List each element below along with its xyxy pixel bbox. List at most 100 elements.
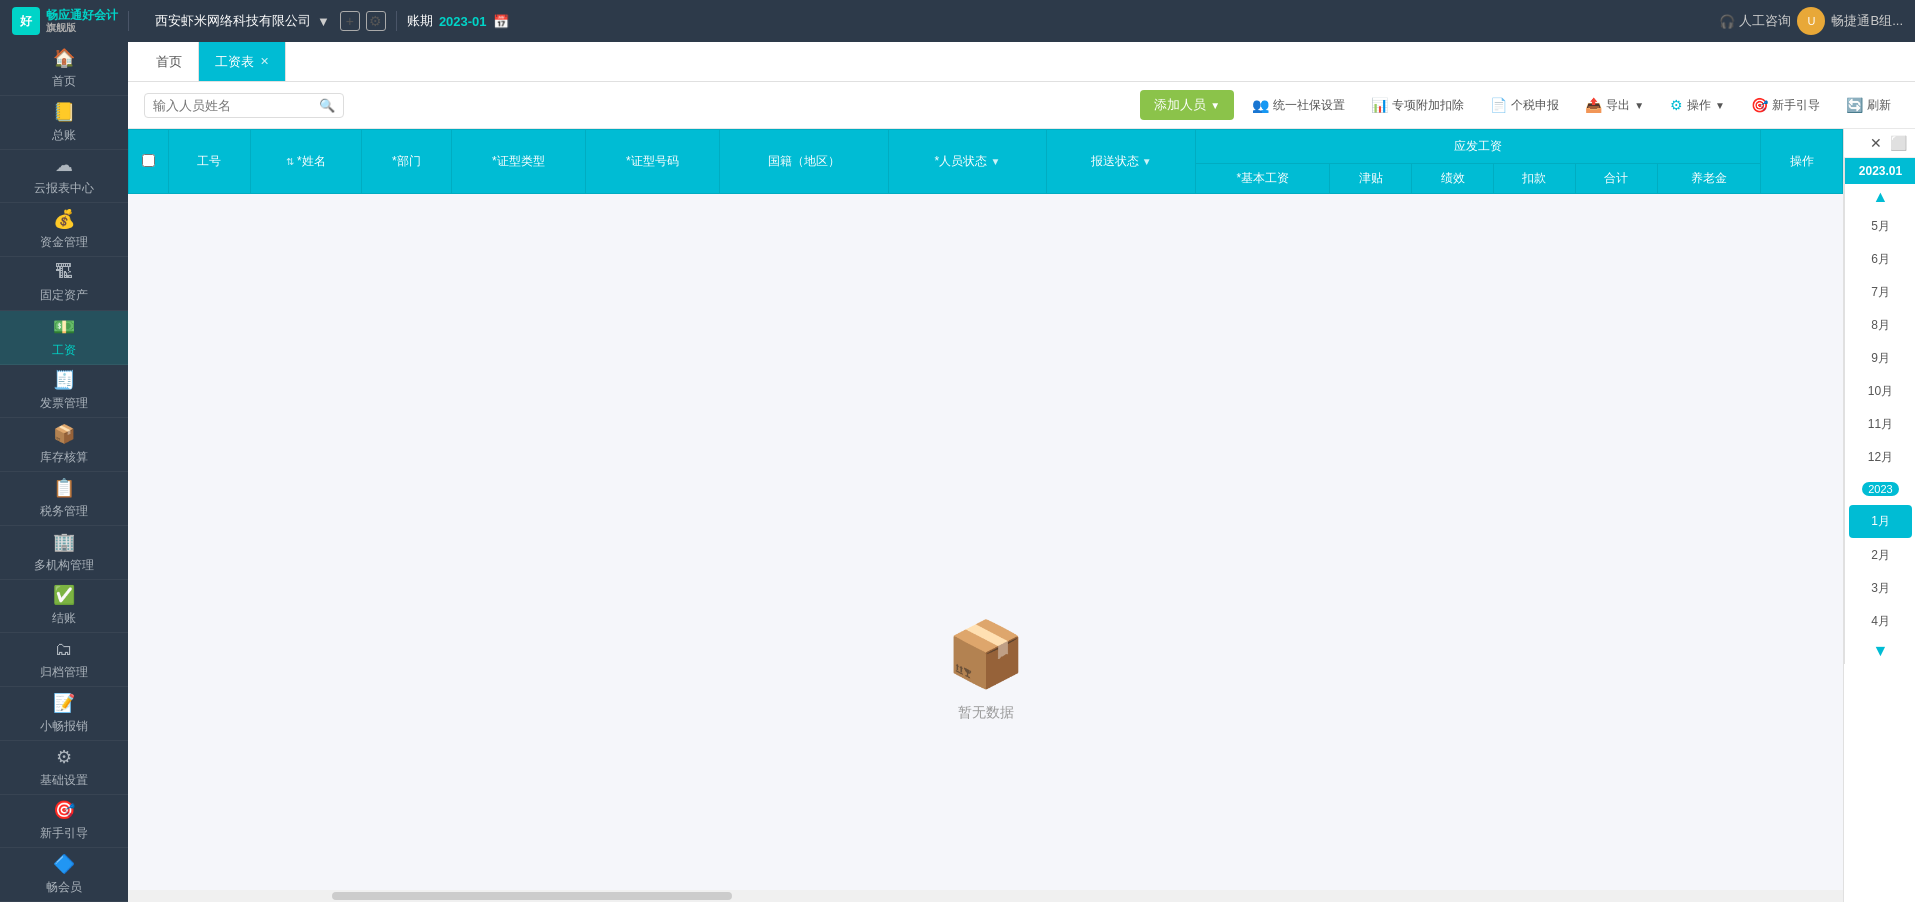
sidebar-item-fund[interactable]: 💰 资金管理 (0, 203, 128, 257)
scrollbar-thumb[interactable] (332, 892, 732, 900)
calendar-icon[interactable]: 📅 (493, 14, 509, 29)
inventory-icon: 📦 (53, 423, 75, 445)
sidebar: 🏠 首页 📒 总账 ☁ 云报表中心 💰 资金管理 🏗 固定资产 💵 工资 (0, 42, 128, 902)
tax-icon: 📄 (1490, 97, 1507, 113)
th-operations: 操作 (1761, 130, 1843, 194)
service-button[interactable]: 🎧 人工咨询 (1719, 12, 1791, 30)
settings-button[interactable]: ⚙ (366, 11, 386, 31)
th-pension: 养老金 (1657, 164, 1761, 194)
sidebar-item-invoice[interactable]: 🧾 发票管理 (0, 365, 128, 419)
date-panel-header: 2023.01 (1845, 158, 1915, 184)
special-deduction-label: 专项附加扣除 (1392, 97, 1464, 114)
sidebar-item-tax[interactable]: 📋 税务管理 (0, 472, 128, 526)
refresh-icon: 🔄 (1846, 97, 1863, 113)
sidebar-label-fund: 资金管理 (40, 234, 88, 251)
app-logo: 好 畅应通好会计 旗舰版 (12, 7, 118, 35)
logo-icon: 好 (12, 7, 40, 35)
date-month-1-2023[interactable]: 1月 (1849, 505, 1912, 538)
operations-label: 操作 (1687, 97, 1711, 114)
tabs-bar: 首页 工资表 ✕ (128, 42, 1915, 82)
date-month-3-2023[interactable]: 3月 (1845, 572, 1915, 605)
date-panel: 2023.01 ▲ 5月 6月 7月 8月 9月 10月 11月 12月 202… (1844, 158, 1915, 664)
tab-close-salary[interactable]: ✕ (260, 55, 269, 68)
sidebar-item-basic-settings[interactable]: ⚙ 基础设置 (0, 741, 128, 795)
horizontal-scrollbar[interactable] (128, 890, 1843, 902)
expand-panel-button[interactable]: ⬜ (1890, 135, 1907, 151)
search-input[interactable] (153, 98, 315, 113)
th-checkbox[interactable] (129, 130, 169, 194)
sidebar-item-multi-org[interactable]: 🏢 多机构管理 (0, 526, 128, 580)
sidebar-label-inventory: 库存核算 (40, 449, 88, 466)
sidebar-item-guide[interactable]: 🎯 新手引导 (0, 795, 128, 849)
date-month-9-2022[interactable]: 9月 (1845, 342, 1915, 375)
sidebar-item-member[interactable]: 🔷 畅会员 (0, 848, 128, 902)
operations-icon: ⚙ (1670, 97, 1683, 113)
date-panel-up[interactable]: ▲ (1873, 184, 1889, 210)
report-status-filter-icon[interactable]: ▼ (1142, 156, 1152, 167)
select-all-checkbox[interactable] (142, 154, 155, 167)
date-month-10-2022[interactable]: 10月 (1845, 375, 1915, 408)
special-deduction-button[interactable]: 📊 专项附加扣除 (1363, 93, 1472, 118)
sidebar-label-salary: 工资 (52, 342, 76, 359)
company-selector[interactable]: 西安虾米网络科技有限公司 ▼ (155, 12, 330, 30)
sidebar-label-fixed-assets: 固定资产 (40, 287, 88, 304)
sidebar-label-basic-settings: 基础设置 (40, 772, 88, 789)
th-payroll-group: 应发工资 (1196, 130, 1761, 164)
close-panel-button[interactable]: ✕ (1870, 135, 1882, 151)
social-security-button[interactable]: 👥 统一社保设置 (1244, 93, 1353, 118)
sidebar-item-fixed-assets[interactable]: 🏗 固定资产 (0, 257, 128, 311)
sidebar-item-inventory[interactable]: 📦 库存核算 (0, 418, 128, 472)
add-company-button[interactable]: + (340, 11, 360, 31)
export-button[interactable]: 📤 导出 ▼ (1577, 93, 1652, 118)
user-name: 畅捷通B组... (1831, 12, 1903, 30)
sidebar-item-archive[interactable]: 🗂 归档管理 (0, 633, 128, 687)
th-personnel-status[interactable]: *人员状态 ▼ (888, 130, 1046, 194)
add-employee-label: 添加人员 (1154, 96, 1206, 114)
tax-filing-button[interactable]: 📄 个税申报 (1482, 93, 1567, 118)
th-report-status[interactable]: 报送状态 ▼ (1046, 130, 1196, 194)
personnel-status-filter-icon[interactable]: ▼ (990, 156, 1000, 167)
th-total: 合计 (1575, 164, 1657, 194)
invoice-icon: 🧾 (53, 369, 75, 391)
company-dropdown-icon[interactable]: ▼ (317, 14, 330, 29)
sidebar-label-multi-org: 多机构管理 (34, 557, 94, 574)
date-month-5-2022[interactable]: 5月 (1845, 210, 1915, 243)
service-label: 人工咨询 (1739, 12, 1791, 30)
date-month-7-2022[interactable]: 7月 (1845, 276, 1915, 309)
tab-salary[interactable]: 工资表 ✕ (199, 42, 286, 81)
divider-2 (396, 11, 397, 31)
date-month-4-2023[interactable]: 4月 (1845, 605, 1915, 638)
date-month-12-2022[interactable]: 12月 (1845, 441, 1915, 474)
operations-button[interactable]: ⚙ 操作 ▼ (1662, 93, 1733, 118)
guide-label: 新手引导 (1772, 97, 1820, 114)
tab-home[interactable]: 首页 (140, 42, 199, 81)
th-department: *部门 (361, 130, 451, 194)
user-avatar[interactable]: U (1797, 7, 1825, 35)
refresh-button[interactable]: 🔄 刷新 (1838, 93, 1899, 118)
sidebar-item-home[interactable]: 🏠 首页 (0, 42, 128, 96)
date-month-2-2023[interactable]: 2月 (1845, 539, 1915, 572)
guide-icon: 🎯 (1751, 97, 1768, 113)
tax-filing-label: 个税申报 (1511, 97, 1559, 114)
sidebar-label-ledger: 总账 (52, 127, 76, 144)
guide-button[interactable]: 🎯 新手引导 (1743, 93, 1828, 118)
home-icon: 🏠 (53, 47, 75, 69)
date-panel-down[interactable]: ▼ (1873, 638, 1889, 664)
th-allowance: 津贴 (1330, 164, 1412, 194)
add-employee-button[interactable]: 添加人员 ▼ (1140, 90, 1234, 120)
search-wrapper[interactable]: 🔍 (144, 93, 344, 118)
right-date-panel: ✕ ⬜ 2023.01 ▲ 5月 6月 7月 8月 9月 10月 11月 12月 (1843, 129, 1915, 902)
date-month-11-2022[interactable]: 11月 (1845, 408, 1915, 441)
date-month-6-2022[interactable]: 6月 (1845, 243, 1915, 276)
fund-icon: 💰 (53, 208, 75, 230)
sidebar-item-cloud-report[interactable]: ☁ 云报表中心 (0, 150, 128, 204)
date-month-8-2022[interactable]: 8月 (1845, 309, 1915, 342)
sidebar-item-salary[interactable]: 💵 工资 (0, 311, 128, 365)
tax-icon: 📋 (53, 477, 75, 499)
sidebar-item-expense[interactable]: 📝 小畅报销 (0, 687, 128, 741)
ledger-icon: 📒 (53, 101, 75, 123)
sidebar-item-ledger[interactable]: 📒 总账 (0, 96, 128, 150)
tab-home-label: 首页 (156, 53, 182, 71)
period-selector[interactable]: 账期 2023-01 📅 (407, 12, 509, 30)
sidebar-item-settlement[interactable]: ✅ 结账 (0, 580, 128, 634)
